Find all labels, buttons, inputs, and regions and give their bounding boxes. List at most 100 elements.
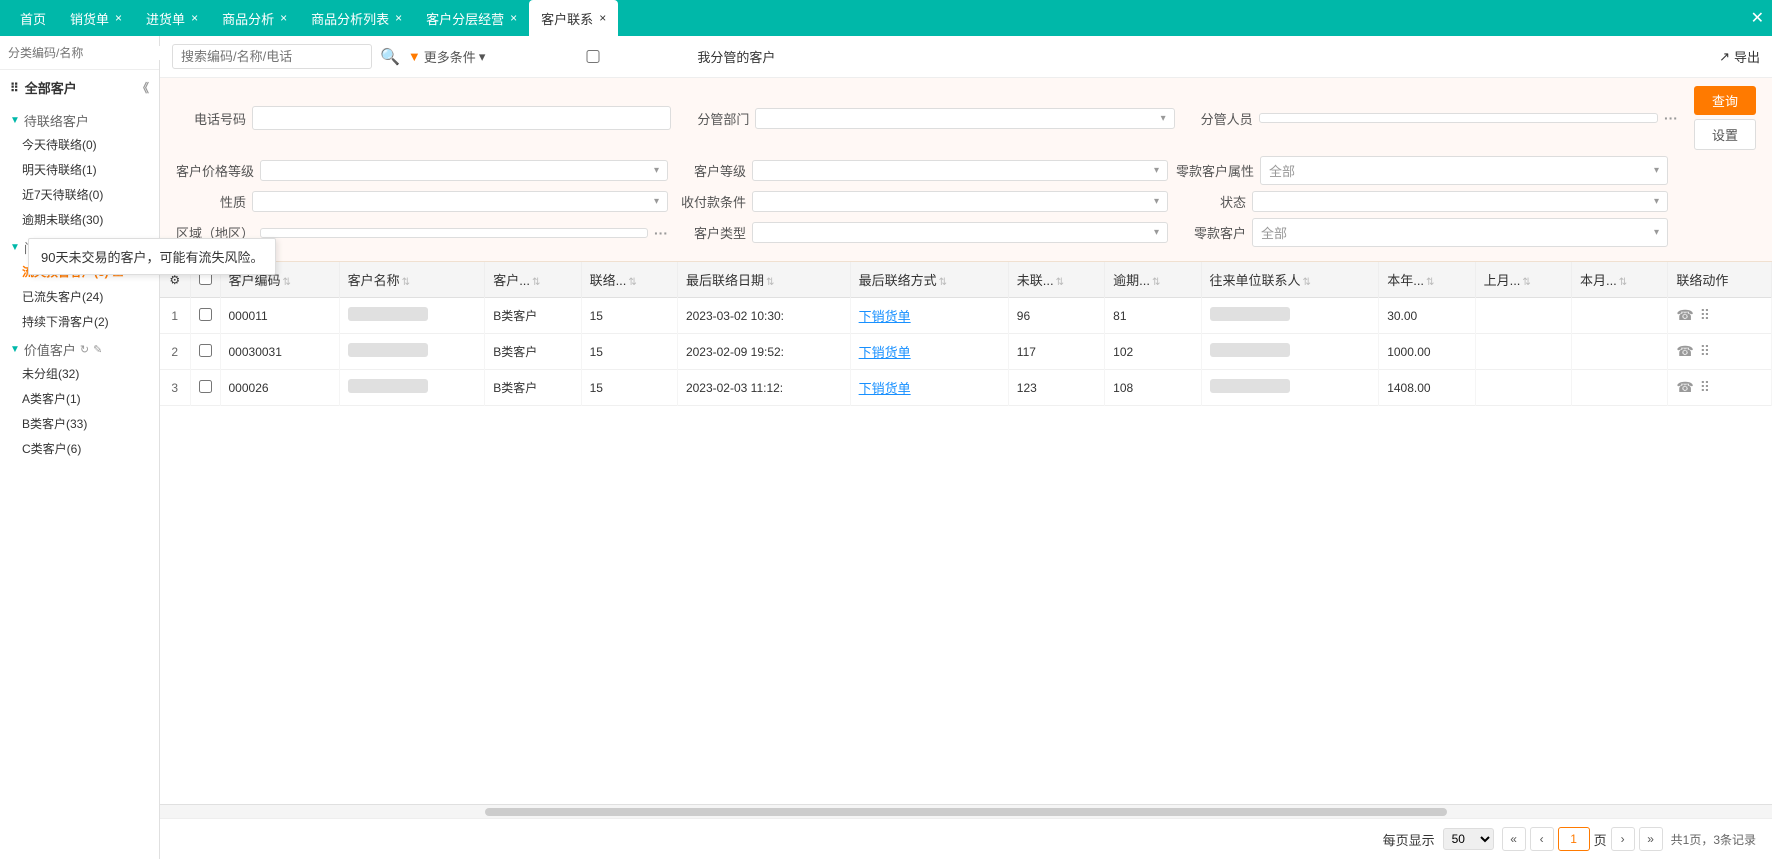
close-tab-icon[interactable]: × [395,11,402,25]
close-tab-icon[interactable]: × [510,11,517,25]
next-page-button[interactable]: › [1611,827,1635,851]
close-tab-icon[interactable]: × [599,11,606,25]
td-checkbox[interactable] [190,334,220,370]
more-action-icon[interactable]: ⠿ [1700,343,1710,360]
td-row-num: 1 [160,298,190,334]
th-last-month[interactable]: 上月...⇅ [1475,262,1571,298]
td-last-contact-method[interactable]: 下销货单 [850,370,1008,406]
price-level-select[interactable]: ▾ [260,160,668,181]
more-conditions-button[interactable]: ▼ 更多条件 ▾ [408,47,485,66]
my-customers-checkbox[interactable]: 我分管的客户 [493,47,775,66]
zero-attr-select[interactable]: 全部 ▾ [1260,156,1668,185]
customer-type-select[interactable]: ▾ [752,222,1168,243]
close-tab-icon[interactable]: × [191,11,198,25]
nav-tab-商品分析[interactable]: 商品分析× [210,0,299,36]
th-overdue[interactable]: 逾期...⇅ [1105,262,1201,298]
td-checkbox[interactable] [190,298,220,334]
sidebar-item[interactable]: B类客户(33) [0,411,159,436]
sidebar-search-input[interactable] [8,46,163,60]
contact-method-link[interactable]: 下销货单 [859,309,911,324]
th-customer-name[interactable]: 客户名称⇅ [339,262,485,298]
query-button[interactable]: 查询 [1694,86,1756,115]
td-last-month [1475,298,1571,334]
th-no-contact[interactable]: 未联...⇅ [1008,262,1104,298]
th-contact[interactable]: 联络...⇅ [581,262,677,298]
td-no-contact: 96 [1008,298,1104,334]
nav-tab-客户联系[interactable]: 客户联系× [529,0,618,36]
contact-method-link[interactable]: 下销货单 [859,345,911,360]
triangle-icon: ▼ [10,242,20,253]
payment-select[interactable]: ▾ [752,191,1168,212]
scrollbar-thumb[interactable] [485,808,1447,816]
dept-select[interactable]: ▾ [755,108,1174,129]
th-customer-type[interactable]: 客户...⇅ [485,262,581,298]
more-action-icon[interactable]: ⠿ [1700,379,1710,396]
export-button[interactable]: ↗ 导出 [1719,47,1760,66]
zero-customer-select[interactable]: 全部 ▾ [1252,218,1668,247]
my-customers-label: 我分管的客户 [697,47,775,66]
th-this-year[interactable]: 本年...⇅ [1379,262,1475,298]
nav-tab-进货单[interactable]: 进货单× [134,0,210,36]
close-tab-icon[interactable]: × [280,11,287,25]
manager-select[interactable] [1259,113,1658,123]
all-customers-label: 全部客户 [25,78,77,97]
td-last-contact-method[interactable]: 下销货单 [850,334,1008,370]
settings-button[interactable]: 设置 [1694,119,1756,150]
sidebar-item[interactable]: 已流失客户(24) [0,284,159,309]
horizontal-scrollbar[interactable] [160,804,1772,818]
sidebar-item[interactable]: 逾期未联络(30) [0,207,159,232]
gender-select[interactable]: ▾ [252,191,668,212]
last-page-button[interactable]: » [1639,827,1663,851]
th-unit-contact[interactable]: 往来单位联系人⇅ [1201,262,1379,298]
phone-input[interactable] [252,106,671,130]
search-button[interactable]: 🔍 [380,47,400,67]
per-page-select[interactable]: 50 20 100 [1443,828,1494,850]
nav-home[interactable]: 首页 [8,9,58,28]
sidebar-group-待联络客户[interactable]: ▼待联络客户 [0,105,159,132]
region-more-icon[interactable]: ··· [654,225,668,241]
my-customers-check[interactable] [493,50,693,63]
th-last-contact-date[interactable]: 最后联络日期⇅ [677,262,850,298]
sidebar-item[interactable]: 持续下滑客户(2) [0,309,159,334]
all-customers-item[interactable]: ⠿ 全部客户 《 [0,70,159,105]
row-checkbox[interactable] [199,344,212,357]
region-select[interactable] [260,228,648,238]
td-contact: 15 [581,370,677,406]
row-checkbox[interactable] [199,380,212,393]
th-last-contact-method[interactable]: 最后联络方式⇅ [850,262,1008,298]
contact-action-icon[interactable]: ☎ [1676,307,1693,324]
close-tab-icon[interactable]: × [115,11,122,25]
nav-tab-客户分层经营[interactable]: 客户分层经营× [414,0,529,36]
more-action-icon[interactable]: ⠿ [1700,307,1710,324]
filter-more-icon[interactable]: ··· [1664,110,1678,126]
edit-icon[interactable]: ✎ [93,343,102,356]
td-checkbox[interactable] [190,370,220,406]
sidebar-item[interactable]: 今天待联络(0) [0,132,159,157]
sidebar-item[interactable]: C类客户(6) [0,436,159,461]
sidebar-group-价值客户[interactable]: ▼价值客户↻✎ [0,334,159,361]
customer-level-select[interactable]: ▾ [752,160,1168,181]
status-select[interactable]: ▾ [1252,191,1668,212]
first-page-button[interactable]: « [1502,827,1526,851]
contact-method-link[interactable]: 下销货单 [859,381,911,396]
contact-action-icon[interactable]: ☎ [1676,379,1693,396]
sidebar-item[interactable]: 近7天待联络(0) [0,182,159,207]
sidebar-item[interactable]: 明天待联络(1) [0,157,159,182]
current-page-input[interactable] [1558,827,1590,851]
filter-icon: ▼ [408,49,421,64]
page-total: 共1页，3条记录 [1671,831,1756,848]
sidebar-search-bar[interactable]: 🔍 [0,36,159,70]
td-last-contact-method[interactable]: 下销货单 [850,298,1008,334]
contact-action-icon[interactable]: ☎ [1676,343,1693,360]
td-row-num: 3 [160,370,190,406]
row-checkbox[interactable] [199,308,212,321]
sidebar-item[interactable]: 未分组(32) [0,361,159,386]
nav-tab-销货单[interactable]: 销货单× [58,0,134,36]
sidebar-item[interactable]: A类客户(1) [0,386,159,411]
close-all-icon[interactable]: ✕ [1751,8,1764,28]
th-this-month[interactable]: 本月...⇅ [1571,262,1667,298]
search-input[interactable] [172,44,372,69]
nav-tab-商品分析列表[interactable]: 商品分析列表× [299,0,414,36]
refresh-icon[interactable]: ↻ [80,343,89,356]
prev-page-button[interactable]: ‹ [1530,827,1554,851]
